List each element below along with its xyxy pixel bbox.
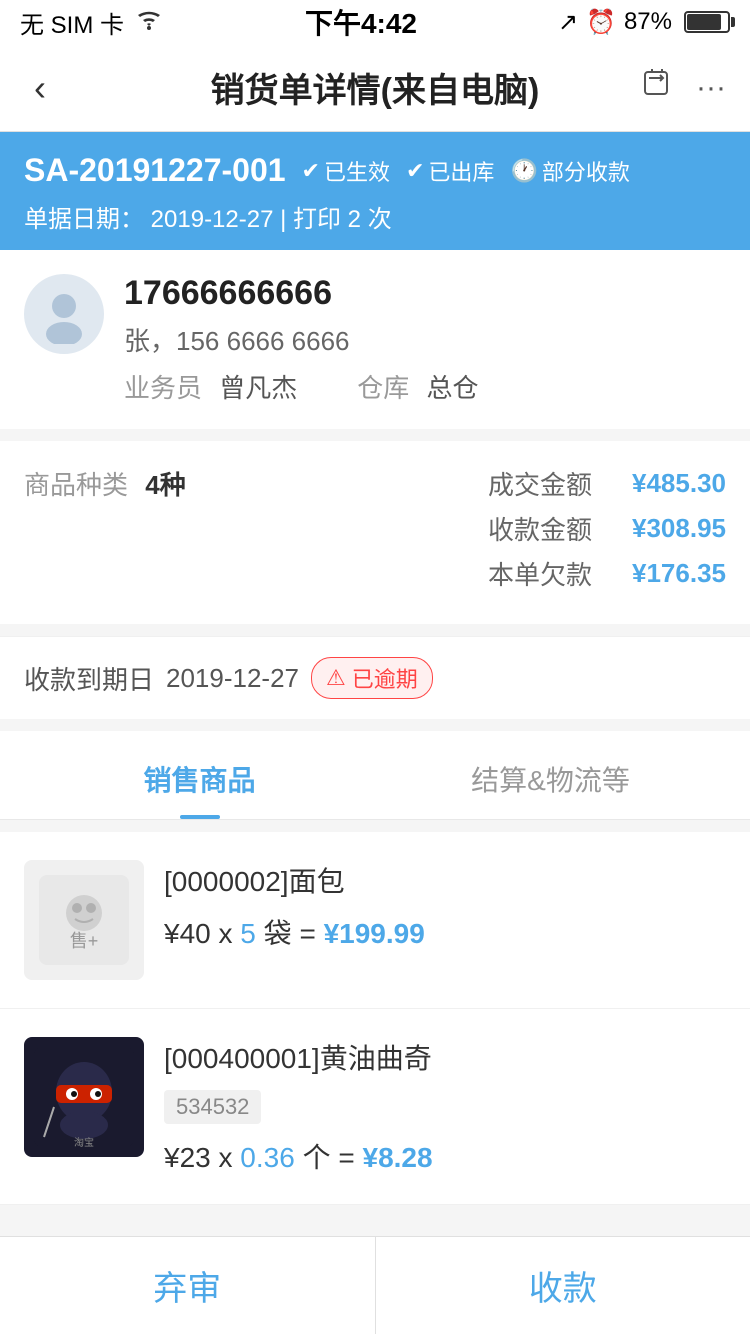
bottom-bar: 弃审 收款	[0, 1236, 750, 1334]
status-badge-1: ✔ 已生效	[302, 155, 390, 187]
product-list: 售+ [0000002]面包 ¥40 x 5 袋 = ¥199.99	[0, 832, 750, 1205]
overdue-badge: ⚠ 已逾期	[311, 657, 433, 699]
alarm-icon: ⏰	[586, 8, 616, 37]
tab-settlement[interactable]: 结算&物流等	[375, 731, 726, 819]
customer-section: 17666666666 张，156 6666 6666 业务员 曾凡杰 仓库 总…	[0, 250, 750, 429]
product-price-1: ¥40 x 5 袋 = ¥199.99	[164, 912, 726, 952]
stats-section: 商品种类 4种 成交金额 ¥485.30 收款金额 ¥308.95 本单欠款 ¥…	[0, 441, 750, 624]
product-name-1: [0000002]面包	[164, 860, 726, 900]
page-title: 销货单详情(来自电脑)	[211, 63, 540, 112]
svg-text:淘宝: 淘宝	[74, 1136, 94, 1147]
status-badge-2: ✔ 已出库	[406, 155, 494, 187]
tab-products[interactable]: 销售商品	[24, 731, 375, 819]
product-info-2: [000400001]黄油曲奇 534532 ¥23 x 0.36 个 = ¥8…	[164, 1037, 726, 1176]
svg-text:售+: 售+	[70, 931, 99, 951]
deal-amount-row: 成交金额 ¥485.30	[488, 465, 726, 502]
order-header: SA-20191227-001 ✔ 已生效 ✔ 已出库 🕐 部分收款 单据日期：…	[0, 132, 750, 250]
customer-info: 17666666666 张，156 6666 6666 业务员 曾凡杰 仓库 总…	[124, 274, 726, 405]
order-id: SA-20191227-001	[24, 152, 286, 189]
wifi-icon	[134, 8, 164, 37]
abandon-review-button[interactable]: 弃审	[0, 1237, 376, 1334]
due-date-section: 收款到期日 2019-12-27 ⚠ 已逾期	[0, 636, 750, 719]
nav-actions: ···	[642, 69, 726, 107]
check-icon-1: ✔	[302, 158, 320, 184]
order-date-line: 单据日期： 2019-12-27 | 打印 2 次	[24, 199, 726, 234]
nav-bar: ‹ 销货单详情(来自电脑) ···	[0, 44, 750, 132]
status-left: 无 SIM 卡	[20, 5, 164, 40]
product-name-2: [000400001]黄油曲奇	[164, 1037, 726, 1077]
product-sku-2: 534532	[164, 1090, 261, 1124]
product-thumbnail-1: 售+	[24, 860, 144, 980]
product-thumbnail-2: 淘宝	[24, 1037, 144, 1157]
due-label: 收款到期日	[24, 660, 154, 697]
battery-label: 87%	[624, 8, 672, 36]
avatar	[24, 274, 104, 354]
status-bar: 无 SIM 卡 下午4:42 ↗ ⏰ 87%	[0, 0, 750, 44]
salesman-field: 业务员 曾凡杰	[124, 368, 297, 405]
tabs: 销售商品 结算&物流等	[0, 731, 750, 819]
collect-payment-button[interactable]: 收款	[376, 1237, 750, 1334]
share-icon[interactable]	[642, 69, 672, 107]
tabs-section: 销售商品 结算&物流等	[0, 731, 750, 820]
customer-name: 17666666666	[124, 274, 726, 313]
status-badge-3: 🕐 部分收款	[510, 155, 629, 187]
financial-stats: 成交金额 ¥485.30 收款金额 ¥308.95 本单欠款 ¥176.35	[488, 465, 726, 600]
product-info-1: [0000002]面包 ¥40 x 5 袋 = ¥199.99	[164, 860, 726, 952]
overdue-icon: ⚠	[326, 665, 346, 691]
warehouse-field: 仓库 总仓	[357, 368, 478, 405]
carrier-label: 无 SIM 卡	[20, 5, 124, 40]
section-divider	[0, 820, 750, 832]
debt-amount-row: 本单欠款 ¥176.35	[488, 555, 726, 592]
back-button[interactable]: ‹	[24, 57, 56, 119]
customer-meta: 业务员 曾凡杰 仓库 总仓	[124, 368, 726, 405]
battery-icon	[684, 11, 730, 33]
product-type-count: 商品种类 4种	[24, 465, 186, 600]
location-icon: ↗	[558, 8, 578, 37]
time-label: 下午4:42	[305, 2, 417, 42]
check-icon-2: ✔	[406, 158, 424, 184]
more-icon[interactable]: ···	[696, 71, 726, 105]
product-item-2: 淘宝 [000400001]黄油曲奇 534532 ¥23 x 0.36 个 =…	[0, 1009, 750, 1205]
product-item: 售+ [0000002]面包 ¥40 x 5 袋 = ¥199.99	[0, 832, 750, 1009]
product-price-2: ¥23 x 0.36 个 = ¥8.28	[164, 1136, 726, 1176]
due-date-value: 2019-12-27	[166, 663, 299, 694]
clock-icon: 🕐	[510, 158, 537, 184]
status-right: ↗ ⏰ 87%	[558, 8, 730, 37]
receipt-amount-row: 收款金额 ¥308.95	[488, 510, 726, 547]
customer-phone: 张，156 6666 6666	[124, 321, 726, 358]
